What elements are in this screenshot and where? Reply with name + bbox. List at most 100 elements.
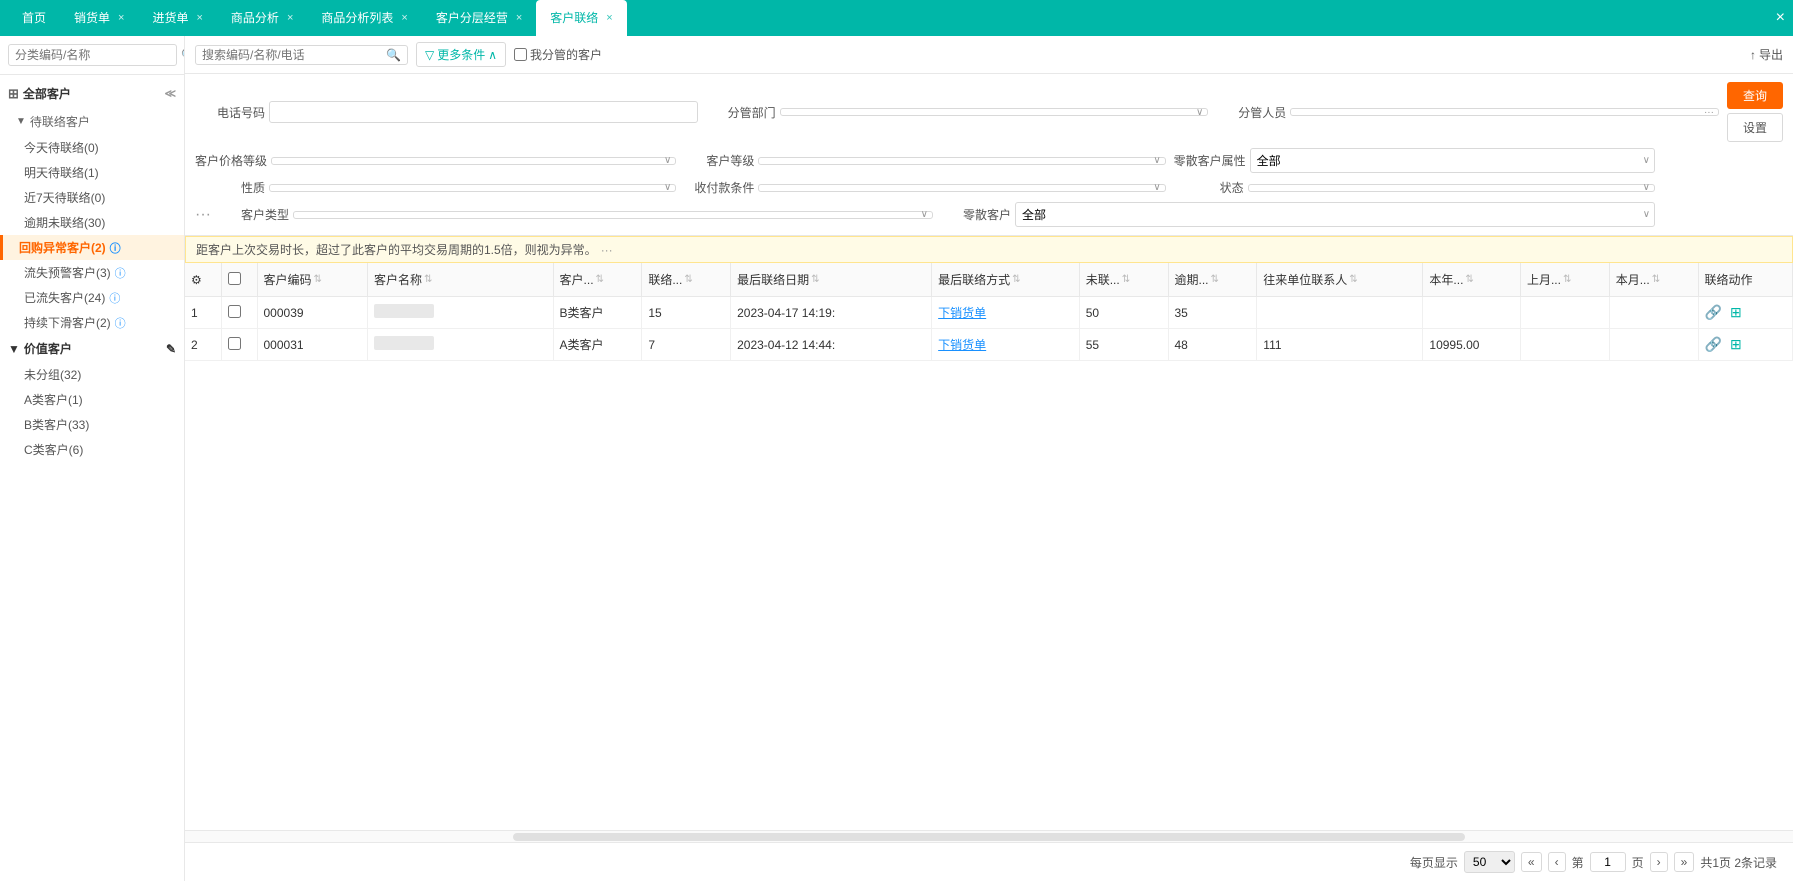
sort-icon-name[interactable]: ⇅ bbox=[424, 274, 432, 285]
person-select[interactable]: ··· bbox=[1290, 108, 1719, 116]
nav-product-analysis[interactable]: 商品分析 × bbox=[217, 0, 307, 36]
per-page-select[interactable]: 50 100 200 bbox=[1464, 851, 1515, 873]
last-page-button[interactable]: » bbox=[1674, 852, 1695, 872]
nav-product-analysis-list-close[interactable]: × bbox=[401, 0, 407, 36]
row2-grid-icon[interactable]: ⊞ bbox=[1730, 336, 1742, 353]
sidebar-item-repurchase[interactable]: 回购异常客户(2) ⓘ bbox=[0, 235, 184, 260]
sort-icon-type[interactable]: ⇅ bbox=[1012, 274, 1020, 285]
sidebar-item-churned[interactable]: 已流失客户(24) ⓘ bbox=[0, 285, 184, 310]
export-button[interactable]: ↑ 导出 bbox=[1750, 46, 1783, 63]
collapse-icon[interactable]: ≪ bbox=[164, 87, 176, 100]
sidebar-all-customers[interactable]: ⊞ 全部客户 ≪ bbox=[0, 79, 184, 108]
cust-type-select[interactable]: ∨ bbox=[293, 211, 933, 219]
col-checkbox[interactable] bbox=[221, 263, 257, 297]
row1-last-month bbox=[1520, 297, 1609, 329]
retail-attr-select[interactable]: 全部 ∨ bbox=[1250, 148, 1655, 173]
prev-page-button[interactable]: ‹ bbox=[1548, 852, 1566, 872]
sort-icon-unit[interactable]: ⇅ bbox=[1349, 274, 1357, 285]
more-conditions-button[interactable]: ▽ 更多条件 ∧ bbox=[416, 42, 506, 67]
sort-icon-date[interactable]: ⇅ bbox=[811, 274, 819, 285]
row1-checkbox[interactable] bbox=[228, 305, 241, 318]
page-word: 第 bbox=[1572, 854, 1584, 871]
nav-customer-contact-close[interactable]: × bbox=[606, 0, 612, 36]
sidebar-item-today[interactable]: 今天待联络(0) bbox=[0, 135, 184, 160]
first-page-button[interactable]: « bbox=[1521, 852, 1542, 872]
nav-product-analysis-close[interactable]: × bbox=[287, 0, 293, 36]
dept-section: 分管部门 ∨ bbox=[706, 104, 1209, 121]
cust-grade-select[interactable]: ∨ bbox=[758, 157, 1165, 165]
content-area: 🔍 ▽ 更多条件 ∧ 我分管的客户 ↑ 导出 电话号码 bbox=[185, 36, 1793, 881]
price-grade-select[interactable]: ∨ bbox=[271, 157, 676, 165]
dept-select[interactable]: ∨ bbox=[780, 108, 1209, 116]
my-customers-checkbox[interactable] bbox=[514, 48, 527, 61]
next-page-button[interactable]: › bbox=[1650, 852, 1668, 872]
filter-search-input[interactable] bbox=[202, 48, 382, 62]
col-last-contact-date: 最后联络日期 ⇅ bbox=[731, 263, 932, 297]
status-select[interactable]: ∨ bbox=[1248, 184, 1655, 192]
sort-icon-code[interactable]: ⇅ bbox=[314, 274, 322, 285]
sidebar-item-7days[interactable]: 近7天待联络(0) bbox=[0, 185, 184, 210]
sidebar-item-tomorrow[interactable]: 明天待联络(1) bbox=[0, 160, 184, 185]
retail-attr-arrow: ∨ bbox=[1643, 155, 1650, 166]
row1-last-type[interactable]: 下销货单 bbox=[932, 297, 1080, 329]
sidebar-search-area: 🔍 bbox=[0, 36, 184, 75]
sidebar-search-input[interactable] bbox=[8, 44, 177, 66]
nav-home[interactable]: 首页 bbox=[8, 0, 60, 36]
sort-icon-this-year[interactable]: ⇅ bbox=[1465, 274, 1473, 285]
nav-sales-order[interactable]: 销货单 × bbox=[60, 0, 138, 36]
sort-icon-last-month[interactable]: ⇅ bbox=[1563, 274, 1571, 285]
sort-icon-contacts[interactable]: ⇅ bbox=[684, 274, 692, 285]
nav-customer-mgmt[interactable]: 客户分层经营 × bbox=[422, 0, 536, 36]
setting-button[interactable]: 设置 bbox=[1727, 113, 1783, 142]
row1-grid-icon[interactable]: ⊞ bbox=[1730, 304, 1742, 321]
gender-select[interactable]: ∨ bbox=[269, 184, 676, 192]
row2-last-type[interactable]: 下销货单 bbox=[932, 329, 1080, 361]
sidebar-group-pending[interactable]: ▼ 待联络客户 bbox=[0, 108, 184, 135]
window-close-button[interactable]: × bbox=[1776, 9, 1785, 27]
row1-uncontacted: 50 bbox=[1079, 297, 1168, 329]
select-all-checkbox[interactable] bbox=[228, 272, 241, 285]
sidebar-item-overdue[interactable]: 逾期未联络(30) bbox=[0, 210, 184, 235]
sidebar-item-ungroup[interactable]: 未分组(32) bbox=[0, 362, 184, 387]
row1-name bbox=[367, 297, 553, 329]
sort-icon-uncontacted[interactable]: ⇅ bbox=[1122, 274, 1130, 285]
more-dots[interactable]: ··· bbox=[195, 207, 211, 223]
page-number-input[interactable] bbox=[1590, 852, 1626, 872]
tooltip-dots[interactable]: ··· bbox=[601, 243, 613, 257]
expand-icon-value: ▼ bbox=[8, 342, 20, 356]
row1-link-icon[interactable]: 🔗 bbox=[1705, 304, 1722, 321]
sidebar-item-a-class[interactable]: A类客户(1) bbox=[0, 387, 184, 412]
nav-purchase-order-close[interactable]: × bbox=[196, 0, 202, 36]
nav-customer-contact[interactable]: 客户联络 × bbox=[536, 0, 626, 36]
horizontal-scrollbar[interactable] bbox=[513, 833, 1466, 841]
nav-product-analysis-list[interactable]: 商品分析列表 × bbox=[307, 0, 421, 36]
nav-customer-mgmt-close[interactable]: × bbox=[516, 0, 522, 36]
pay-term-select[interactable]: ∨ bbox=[758, 184, 1165, 192]
sidebar-item-declining[interactable]: 持续下滑客户(2) ⓘ bbox=[0, 310, 184, 335]
sort-icon-overdue[interactable]: ⇅ bbox=[1211, 274, 1219, 285]
col-contacts: 联络... ⇅ bbox=[642, 263, 731, 297]
retail-cust-select[interactable]: 全部 ∨ bbox=[1015, 202, 1655, 227]
row2-link-icon[interactable]: 🔗 bbox=[1705, 336, 1722, 353]
sort-icon-cust-type[interactable]: ⇅ bbox=[596, 274, 604, 285]
col-actions: 联络动作 bbox=[1698, 263, 1793, 297]
sidebar-item-c-class[interactable]: C类客户(6) bbox=[0, 437, 184, 462]
sidebar-group-value[interactable]: ▼ 价值客户 ✎ bbox=[0, 335, 184, 362]
settings-icon[interactable]: ⚙ bbox=[191, 273, 202, 287]
nav-sales-order-close[interactable]: × bbox=[118, 0, 124, 36]
col-settings[interactable]: ⚙ bbox=[185, 263, 221, 297]
phone-input[interactable] bbox=[269, 101, 698, 123]
edit-icon-value[interactable]: ✎ bbox=[166, 342, 176, 356]
my-customers-checkbox-wrap[interactable]: 我分管的客户 bbox=[514, 46, 602, 63]
sidebar-item-b-class[interactable]: B类客户(33) bbox=[0, 412, 184, 437]
row2-checkbox-cell[interactable] bbox=[221, 329, 257, 361]
row2-checkbox[interactable] bbox=[228, 337, 241, 350]
row1-checkbox-cell[interactable] bbox=[221, 297, 257, 329]
query-button[interactable]: 查询 bbox=[1727, 82, 1783, 109]
sidebar-item-churn-warning[interactable]: 流失预警客户(3) ⓘ bbox=[0, 260, 184, 285]
row2-this-year: 10995.00 bbox=[1423, 329, 1521, 361]
sort-icon-this-month[interactable]: ⇅ bbox=[1652, 274, 1660, 285]
filter-row-3: 性质 ∨ 收付款条件 ∨ 状态 bbox=[195, 179, 1783, 196]
filter-search-icon[interactable]: 🔍 bbox=[386, 48, 401, 62]
nav-purchase-order[interactable]: 进货单 × bbox=[138, 0, 216, 36]
